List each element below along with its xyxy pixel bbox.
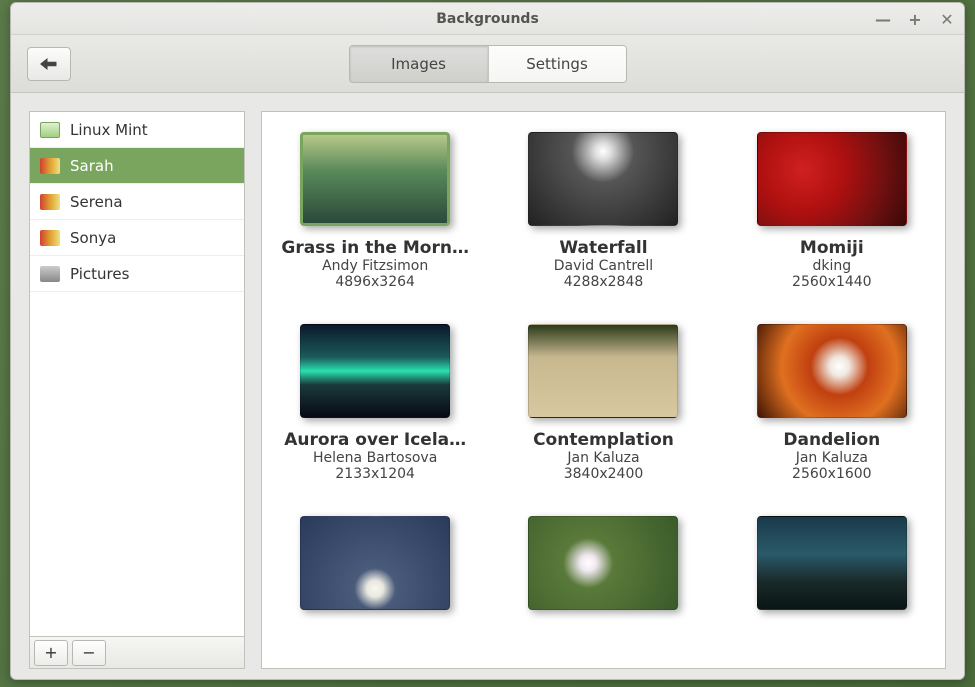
collection-icon bbox=[40, 194, 60, 210]
minimize-icon[interactable]: — bbox=[874, 10, 892, 28]
wallpaper-author: dking bbox=[812, 258, 851, 274]
remove-folder-button[interactable]: − bbox=[72, 640, 106, 666]
mint-icon bbox=[40, 122, 60, 138]
wallpaper-dims: 2133x1204 bbox=[335, 466, 415, 482]
wallpaper-dims: 4896x3264 bbox=[335, 274, 415, 290]
wallpaper-name: Contemplation bbox=[533, 430, 674, 450]
maximize-icon[interactable]: + bbox=[906, 10, 924, 28]
wallpaper-card[interactable]: Waterfall David Cantrell 4288x2848 bbox=[504, 132, 702, 290]
wallpaper-card[interactable] bbox=[276, 516, 474, 610]
wallpaper-thumb bbox=[300, 132, 450, 226]
window-title: Backgrounds bbox=[436, 11, 539, 27]
sidebar-item-label: Sonya bbox=[70, 229, 116, 247]
wallpaper-dims: 2560x1440 bbox=[792, 274, 872, 290]
wallpaper-card[interactable]: Momiji dking 2560x1440 bbox=[733, 132, 931, 290]
wallpaper-thumb bbox=[757, 132, 907, 226]
sidebar-item-label: Pictures bbox=[70, 265, 129, 283]
tab-images[interactable]: Images bbox=[350, 46, 488, 82]
wallpaper-card[interactable]: Aurora over Icela… Helena Bartosova 2133… bbox=[276, 324, 474, 482]
sidebar: Linux Mint Sarah Serena Sonya Pictures bbox=[29, 111, 245, 669]
collection-icon bbox=[40, 230, 60, 246]
wallpaper-dims: 2560x1600 bbox=[792, 466, 872, 482]
sidebar-toolbar: + − bbox=[30, 636, 244, 668]
wallpaper-author: Helena Bartosova bbox=[313, 450, 437, 466]
window-controls: — + ✕ bbox=[874, 3, 956, 35]
sidebar-item-label: Sarah bbox=[70, 157, 114, 175]
wallpaper-thumb bbox=[300, 516, 450, 610]
wallpaper-thumb bbox=[528, 324, 678, 418]
wallpaper-author: Jan Kaluza bbox=[796, 450, 868, 466]
wallpaper-thumb bbox=[300, 324, 450, 418]
wallpaper-card[interactable]: Contemplation Jan Kaluza 3840x2400 bbox=[504, 324, 702, 482]
backgrounds-window: Backgrounds — + ✕ Images Settings Linux … bbox=[10, 2, 965, 680]
wallpaper-name: Dandelion bbox=[783, 430, 880, 450]
wallpaper-card[interactable]: Dandelion Jan Kaluza 2560x1600 bbox=[733, 324, 931, 482]
wallpaper-name: Waterfall bbox=[559, 238, 647, 258]
wallpaper-grid: Grass in the Morn… Andy Fitzsimon 4896x3… bbox=[276, 132, 931, 610]
wallpaper-thumb bbox=[757, 516, 907, 610]
sidebar-list: Linux Mint Sarah Serena Sonya Pictures bbox=[30, 112, 244, 636]
wallpaper-thumb bbox=[528, 516, 678, 610]
wallpaper-name: Momiji bbox=[800, 238, 864, 258]
wallpaper-thumb bbox=[757, 324, 907, 418]
sidebar-item-serena[interactable]: Serena bbox=[30, 184, 244, 220]
gallery[interactable]: Grass in the Morn… Andy Fitzsimon 4896x3… bbox=[261, 111, 946, 669]
wallpaper-name: Grass in the Morn… bbox=[281, 238, 469, 258]
content: Linux Mint Sarah Serena Sonya Pictures bbox=[11, 93, 964, 679]
tab-settings[interactable]: Settings bbox=[488, 46, 626, 82]
pictures-icon bbox=[40, 266, 60, 282]
wallpaper-card[interactable]: Grass in the Morn… Andy Fitzsimon 4896x3… bbox=[276, 132, 474, 290]
add-folder-button[interactable]: + bbox=[34, 640, 68, 666]
wallpaper-card[interactable] bbox=[733, 516, 931, 610]
tab-group: Images Settings bbox=[349, 45, 627, 83]
wallpaper-dims: 4288x2848 bbox=[564, 274, 644, 290]
wallpaper-card[interactable] bbox=[504, 516, 702, 610]
wallpaper-author: Andy Fitzsimon bbox=[322, 258, 428, 274]
close-icon[interactable]: ✕ bbox=[938, 10, 956, 28]
titlebar[interactable]: Backgrounds — + ✕ bbox=[11, 3, 964, 35]
back-button[interactable] bbox=[27, 47, 71, 81]
sidebar-item-sonya[interactable]: Sonya bbox=[30, 220, 244, 256]
toolbar: Images Settings bbox=[11, 35, 964, 93]
sidebar-item-label: Serena bbox=[70, 193, 123, 211]
sidebar-item-label: Linux Mint bbox=[70, 121, 148, 139]
sidebar-item-linux-mint[interactable]: Linux Mint bbox=[30, 112, 244, 148]
sidebar-item-pictures[interactable]: Pictures bbox=[30, 256, 244, 292]
wallpaper-author: David Cantrell bbox=[554, 258, 653, 274]
collection-icon bbox=[40, 158, 60, 174]
back-arrow-icon bbox=[40, 57, 58, 71]
wallpaper-thumb bbox=[528, 132, 678, 226]
wallpaper-author: Jan Kaluza bbox=[567, 450, 639, 466]
wallpaper-name: Aurora over Icela… bbox=[284, 430, 466, 450]
sidebar-item-sarah[interactable]: Sarah bbox=[30, 148, 244, 184]
wallpaper-dims: 3840x2400 bbox=[564, 466, 644, 482]
